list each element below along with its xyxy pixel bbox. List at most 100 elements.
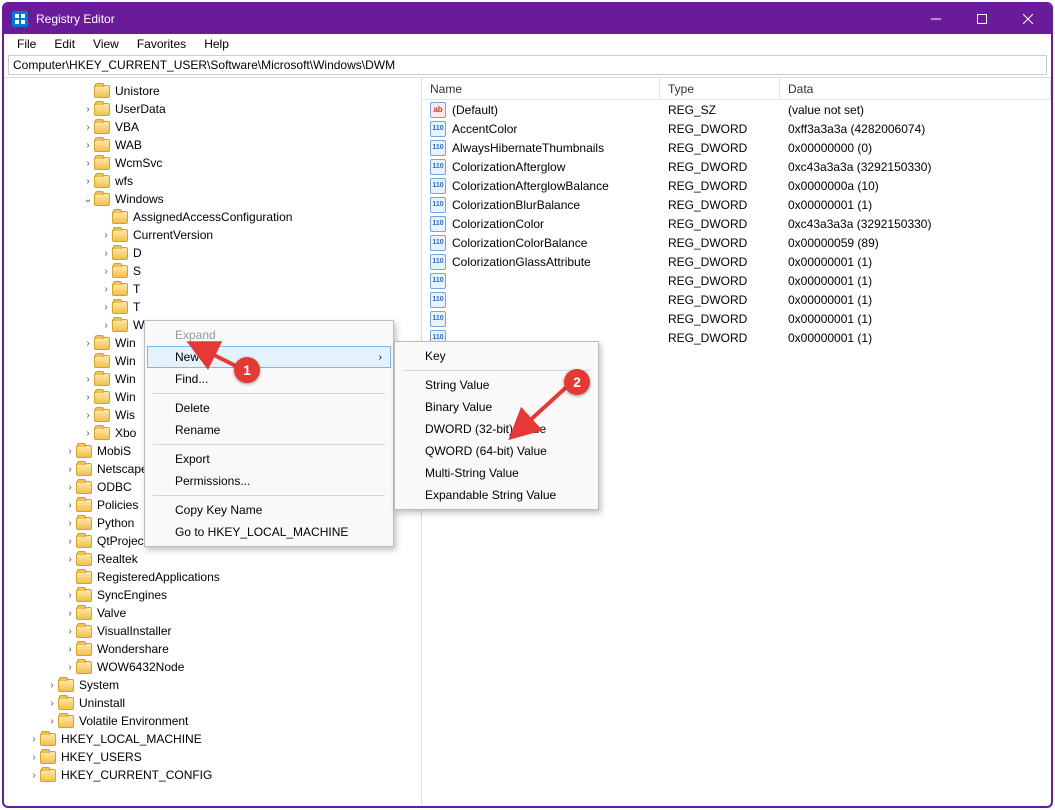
- tree-item[interactable]: RegisteredApplications: [4, 568, 421, 586]
- column-type[interactable]: Type: [660, 78, 780, 99]
- maximize-button[interactable]: [959, 4, 1005, 34]
- ctx-permissions[interactable]: Permissions...: [147, 470, 391, 492]
- column-name[interactable]: Name: [422, 78, 660, 99]
- tree-item[interactable]: Volatile Environment: [4, 712, 421, 730]
- tree-item[interactable]: Valve: [4, 604, 421, 622]
- ctx-rename[interactable]: Rename: [147, 419, 391, 441]
- chevron-right-icon[interactable]: [28, 734, 40, 745]
- chevron-right-icon[interactable]: [82, 122, 94, 133]
- sub-qword-value[interactable]: QWORD (64-bit) Value: [397, 440, 596, 462]
- chevron-right-icon[interactable]: [64, 590, 76, 601]
- ctx-delete[interactable]: Delete: [147, 397, 391, 419]
- value-row[interactable]: 110ColorizationBlurBalanceREG_DWORD0x000…: [422, 195, 1051, 214]
- tree-item[interactable]: HKEY_USERS: [4, 748, 421, 766]
- ctx-copy-key-name[interactable]: Copy Key Name: [147, 499, 391, 521]
- tree-item[interactable]: AssignedAccessConfiguration: [4, 208, 421, 226]
- chevron-right-icon[interactable]: [46, 680, 58, 691]
- chevron-right-icon[interactable]: [100, 284, 112, 295]
- tree-item[interactable]: Unistore: [4, 82, 421, 100]
- value-row[interactable]: 110REG_DWORD0x00000001 (1): [422, 290, 1051, 309]
- chevron-right-icon[interactable]: [64, 518, 76, 529]
- menu-edit[interactable]: Edit: [47, 35, 82, 53]
- value-row[interactable]: 110AccentColorREG_DWORD0xff3a3a3a (42820…: [422, 119, 1051, 138]
- chevron-right-icon[interactable]: [64, 608, 76, 619]
- chevron-right-icon[interactable]: [64, 554, 76, 565]
- tree-item[interactable]: HKEY_CURRENT_CONFIG: [4, 766, 421, 784]
- column-data[interactable]: Data: [780, 78, 1051, 99]
- chevron-right-icon[interactable]: [46, 716, 58, 727]
- value-row[interactable]: 110ColorizationAfterglowBalanceREG_DWORD…: [422, 176, 1051, 195]
- chevron-right-icon[interactable]: [100, 302, 112, 313]
- chevron-right-icon[interactable]: [100, 230, 112, 241]
- tree-item[interactable]: T: [4, 280, 421, 298]
- chevron-right-icon[interactable]: [28, 770, 40, 781]
- tree-item[interactable]: WOW6432Node: [4, 658, 421, 676]
- value-row[interactable]: 110ColorizationColorREG_DWORD0xc43a3a3a …: [422, 214, 1051, 233]
- chevron-right-icon[interactable]: [64, 446, 76, 457]
- chevron-right-icon[interactable]: [82, 140, 94, 151]
- chevron-right-icon[interactable]: [82, 176, 94, 187]
- chevron-right-icon[interactable]: [64, 464, 76, 475]
- value-row[interactable]: 110AlwaysHibernateThumbnailsREG_DWORD0x0…: [422, 138, 1051, 157]
- tree-item[interactable]: wfs: [4, 172, 421, 190]
- tree-item[interactable]: WcmSvc: [4, 154, 421, 172]
- chevron-right-icon[interactable]: [100, 248, 112, 259]
- tree-item[interactable]: Realtek: [4, 550, 421, 568]
- sub-multistring-value[interactable]: Multi-String Value: [397, 462, 596, 484]
- ctx-export[interactable]: Export: [147, 448, 391, 470]
- chevron-right-icon[interactable]: [64, 500, 76, 511]
- tree-item[interactable]: WAB: [4, 136, 421, 154]
- menu-favorites[interactable]: Favorites: [130, 35, 193, 53]
- chevron-right-icon[interactable]: [64, 644, 76, 655]
- chevron-right-icon[interactable]: [46, 698, 58, 709]
- chevron-right-icon[interactable]: [82, 410, 94, 421]
- binary-value-icon: 110: [430, 159, 446, 175]
- chevron-right-icon[interactable]: [64, 662, 76, 673]
- chevron-right-icon[interactable]: [64, 482, 76, 493]
- tree-item[interactable]: T: [4, 298, 421, 316]
- minimize-button[interactable]: [913, 4, 959, 34]
- chevron-right-icon[interactable]: [82, 392, 94, 403]
- close-button[interactable]: [1005, 4, 1051, 34]
- tree-item[interactable]: S: [4, 262, 421, 280]
- tree-item[interactable]: VisualInstaller: [4, 622, 421, 640]
- sub-expandstring-value[interactable]: Expandable String Value: [397, 484, 596, 506]
- value-row[interactable]: ab(Default)REG_SZ(value not set): [422, 100, 1051, 119]
- chevron-right-icon[interactable]: [82, 338, 94, 349]
- chevron-right-icon[interactable]: [82, 374, 94, 385]
- chevron-right-icon[interactable]: [82, 158, 94, 169]
- menu-view[interactable]: View: [86, 35, 126, 53]
- tree-item[interactable]: Wondershare: [4, 640, 421, 658]
- value-row[interactable]: 110ColorizationColorBalanceREG_DWORD0x00…: [422, 233, 1051, 252]
- value-type: REG_SZ: [660, 103, 780, 117]
- menu-file[interactable]: File: [10, 35, 43, 53]
- chevron-right-icon[interactable]: [64, 536, 76, 547]
- tree-item[interactable]: VBA: [4, 118, 421, 136]
- tree-item[interactable]: UserData: [4, 100, 421, 118]
- ctx-find[interactable]: Find...: [147, 368, 391, 390]
- menu-help[interactable]: Help: [197, 35, 236, 53]
- value-row[interactable]: 110ColorizationGlassAttributeREG_DWORD0x…: [422, 252, 1051, 271]
- tree-item[interactable]: System: [4, 676, 421, 694]
- value-row[interactable]: 110REG_DWORD0x00000001 (1): [422, 309, 1051, 328]
- chevron-right-icon[interactable]: [28, 752, 40, 763]
- tree-item[interactable]: Windows: [4, 190, 421, 208]
- chevron-down-icon[interactable]: [82, 194, 94, 205]
- chevron-right-icon[interactable]: [82, 104, 94, 115]
- value-row[interactable]: 110REG_DWORD0x00000001 (1): [422, 271, 1051, 290]
- ctx-new[interactable]: New ›: [147, 346, 391, 368]
- tree-item-label: D: [133, 246, 142, 260]
- chevron-right-icon[interactable]: [82, 428, 94, 439]
- tree-item[interactable]: D: [4, 244, 421, 262]
- tree-item[interactable]: SyncEngines: [4, 586, 421, 604]
- chevron-right-icon[interactable]: [100, 266, 112, 277]
- chevron-right-icon[interactable]: [100, 320, 112, 331]
- chevron-right-icon[interactable]: [64, 626, 76, 637]
- tree-item[interactable]: Uninstall: [4, 694, 421, 712]
- tree-item[interactable]: HKEY_LOCAL_MACHINE: [4, 730, 421, 748]
- sub-key[interactable]: Key: [397, 345, 596, 367]
- value-row[interactable]: 110ColorizationAfterglowREG_DWORD0xc43a3…: [422, 157, 1051, 176]
- tree-item[interactable]: CurrentVersion: [4, 226, 421, 244]
- address-bar[interactable]: Computer\HKEY_CURRENT_USER\Software\Micr…: [8, 55, 1047, 75]
- ctx-goto-hklm[interactable]: Go to HKEY_LOCAL_MACHINE: [147, 521, 391, 543]
